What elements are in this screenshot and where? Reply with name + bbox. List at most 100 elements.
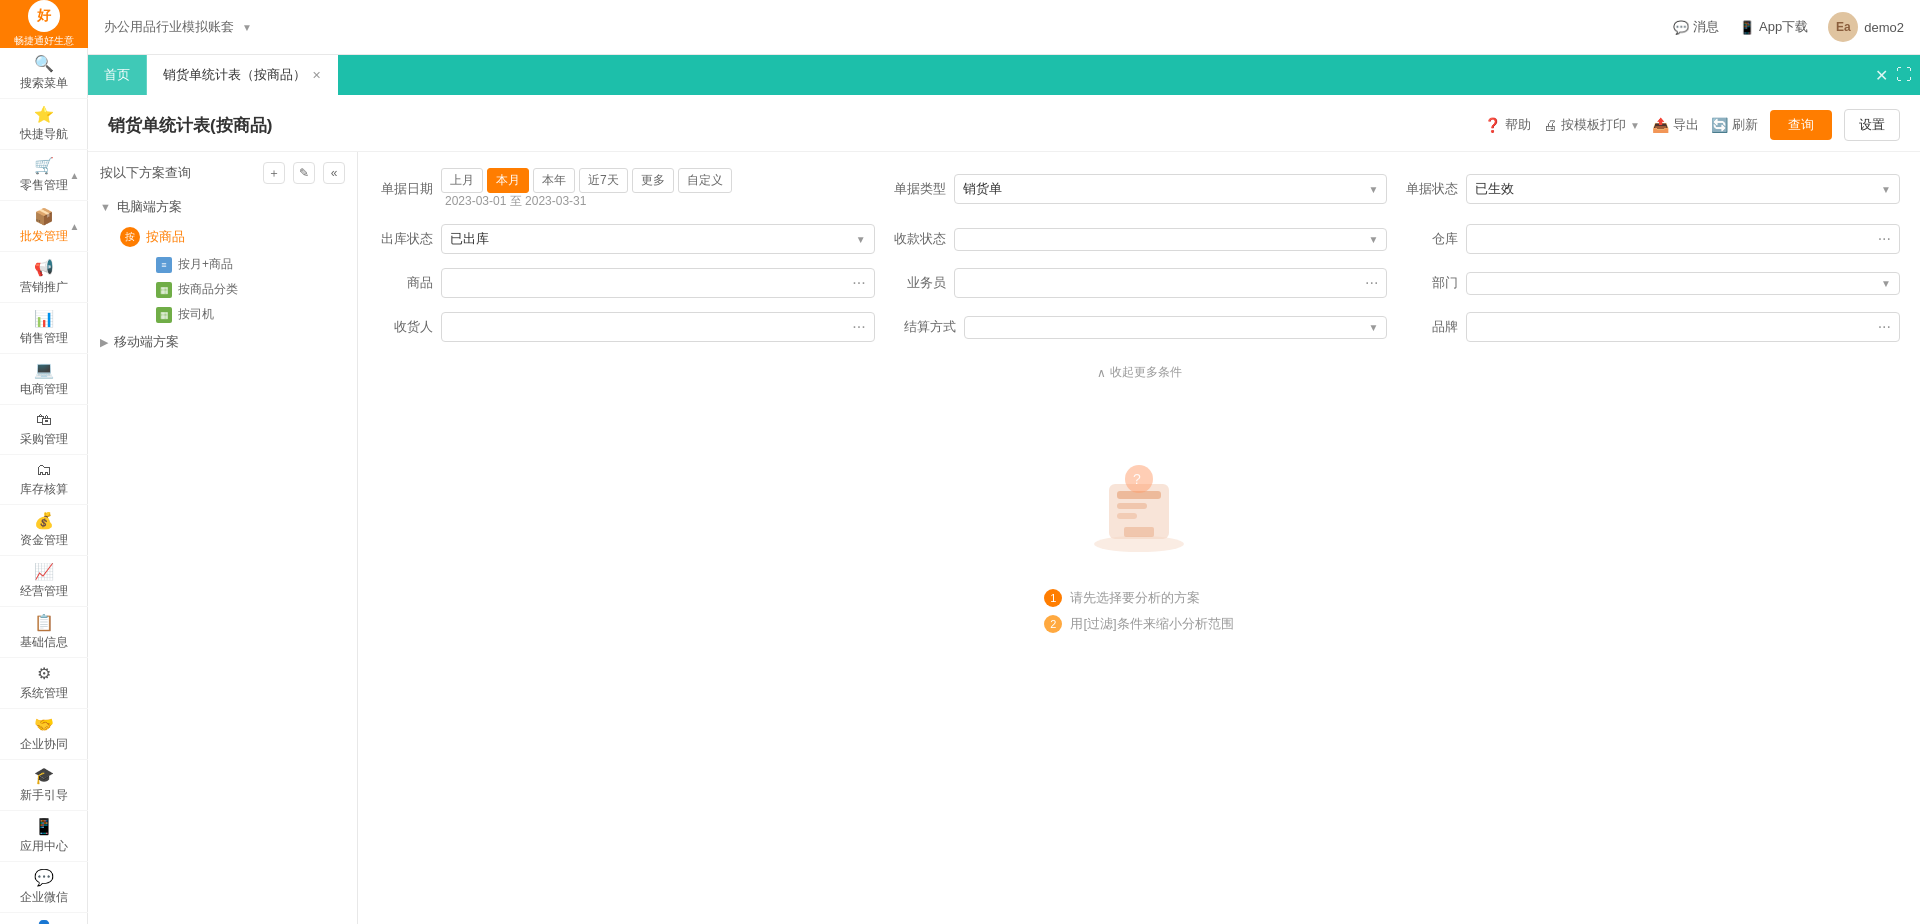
sidebar-icon-13: 🤝 <box>34 715 54 734</box>
date-btn-this-year[interactable]: 本年 <box>533 168 575 193</box>
warehouse-control[interactable]: ··· <box>1466 224 1900 254</box>
filter-warehouse-field: 仓库 ··· <box>1403 224 1900 254</box>
tab-report-label: 销货单统计表（按商品） <box>163 66 306 84</box>
tab-bar: 首页 销货单统计表（按商品） ✕ ✕ ⛶ <box>88 55 1920 95</box>
close-window-icon[interactable]: ✕ <box>1875 66 1888 85</box>
sidebar-item-搜索菜单[interactable]: 🔍 搜索菜单 <box>0 48 88 99</box>
tree-section-desktop[interactable]: ▼ 电脑端方案 <box>88 192 357 222</box>
product-control[interactable]: ··· <box>441 268 875 298</box>
sidebar-label-0: 搜索菜单 <box>20 75 68 92</box>
sidebar-item-系统管理[interactable]: ⚙ 系统管理 <box>0 658 88 709</box>
sidebar-item-应用中心[interactable]: 📱 应用中心 <box>0 811 88 862</box>
tip-num-1: 1 <box>1044 589 1062 607</box>
sidebar-item-基础信息[interactable]: 📋 基础信息 <box>0 607 88 658</box>
date-btn-last-month[interactable]: 上月 <box>441 168 483 193</box>
date-btn-7days[interactable]: 近7天 <box>579 168 628 193</box>
svg-rect-4 <box>1117 513 1137 519</box>
docstatus-select[interactable]: 已生效 ▼ <box>1466 174 1900 204</box>
outstatus-select[interactable]: 已出库 ▼ <box>441 224 875 254</box>
export-btn[interactable]: 📤 导出 <box>1652 116 1699 134</box>
user-menu-btn[interactable]: Ea demo2 <box>1828 12 1904 42</box>
payment-status-label: 收款状态 <box>891 230 946 248</box>
sidebar-item-电商管理[interactable]: 💻 电商管理 <box>0 354 88 405</box>
date-btn-custom[interactable]: 自定义 <box>678 168 732 193</box>
page-header: 销货单统计表(按商品) ❓ 帮助 🖨 按模板打印 ▼ 📤 导出 🔄 刷新 <box>88 95 1920 152</box>
tab-report[interactable]: 销货单统计表（按商品） ✕ <box>147 55 338 95</box>
scheme-icon-product: 按 <box>120 227 140 247</box>
scheme-icon-month: ≡ <box>156 257 172 273</box>
top-header: 办公用品行业模拟账套 ▼ 💬 消息 📱 App下载 Ea demo2 <box>88 0 1920 55</box>
maximize-window-icon[interactable]: ⛶ <box>1896 66 1912 84</box>
settings-button[interactable]: 设置 <box>1844 109 1900 141</box>
tree-sub-desktop: 按 按商品 ≡ 按月+商品 ▦ 按商品分类 <box>88 222 357 327</box>
sidebar-item-库存核算[interactable]: 🗂 库存核算 <box>0 455 88 505</box>
department-label: 部门 <box>1403 274 1458 292</box>
payment-status-arrow-icon: ▼ <box>1368 234 1378 245</box>
date-btn-more[interactable]: 更多 <box>632 168 674 193</box>
sidebar-icon-8: 🗂 <box>36 461 52 479</box>
doctype-select[interactable]: 销货单 ▼ <box>954 174 1388 204</box>
payment-method-select[interactable]: ▼ <box>964 316 1388 339</box>
sidebar-item-企业微信[interactable]: 💬 企业微信 <box>0 862 88 913</box>
brand-control[interactable]: ··· <box>1466 312 1900 342</box>
sidebar-item-企业协同[interactable]: 🤝 企业协同 <box>0 709 88 760</box>
receiver-label: 收货人 <box>378 318 433 336</box>
date-btn-this-month[interactable]: 本月 <box>487 168 529 193</box>
brand-dots-icon: ··· <box>1878 318 1891 336</box>
app-logo[interactable]: 好 畅捷通好生意 <box>0 0 88 48</box>
workspace-selector[interactable]: 办公用品行业模拟账套 ▼ <box>104 18 252 36</box>
sidebar-item-畅会员[interactable]: 👤 畅会员 <box>0 913 88 924</box>
tab-close-icon[interactable]: ✕ <box>312 69 321 82</box>
help-btn[interactable]: ❓ 帮助 <box>1484 116 1531 134</box>
outstatus-control: 已出库 ▼ <box>441 224 875 254</box>
sidebar-icon-1: ⭐ <box>34 105 54 124</box>
collapse-filters-btn[interactable]: ∧ 收起更多条件 <box>378 356 1900 389</box>
department-control: ▼ <box>1466 272 1900 295</box>
message-btn[interactable]: 💬 消息 <box>1673 18 1719 36</box>
sidebar-item-新手引导[interactable]: 🎓 新手引导 <box>0 760 88 811</box>
tab-home[interactable]: 首页 <box>88 55 147 95</box>
receiver-control[interactable]: ··· <box>441 312 875 342</box>
print-btn[interactable]: 🖨 按模板打印 ▼ <box>1543 116 1640 134</box>
payment-status-select[interactable]: ▼ <box>954 228 1388 251</box>
sidebar-icon-5: 📊 <box>34 309 54 328</box>
scheme-by-driver[interactable]: ▦ 按司机 <box>144 302 357 327</box>
sidebar-item-资金管理[interactable]: 💰 资金管理 <box>0 505 88 556</box>
filter-row-3: 商品 ··· 业务员 ··· <box>378 268 1900 298</box>
refresh-btn[interactable]: 🔄 刷新 <box>1711 116 1758 134</box>
query-button[interactable]: 查询 <box>1770 110 1832 140</box>
department-select[interactable]: ▼ <box>1466 272 1900 295</box>
sidebar-item-采购管理[interactable]: 🛍 采购管理 <box>0 405 88 455</box>
sidebar-item-经营管理[interactable]: 📈 经营管理 <box>0 556 88 607</box>
outstatus-value: 已出库 <box>450 230 489 248</box>
add-scheme-icon[interactable]: ＋ <box>263 162 285 184</box>
help-label: 帮助 <box>1505 116 1531 134</box>
tab-window-actions: ✕ ⛶ <box>1867 66 1920 85</box>
salesperson-label: 业务员 <box>891 274 946 292</box>
app-download-label: App下载 <box>1759 18 1808 36</box>
filter-docstatus-field: 单据状态 已生效 ▼ <box>1403 174 1900 204</box>
filter-row-1: 单据日期 上月 本月 本年 近7天 更多 自定义 2023-03-01 至 20… <box>378 168 1900 210</box>
tree-section-mobile[interactable]: ▶ 移动端方案 <box>88 327 357 357</box>
scheme-label-category: 按商品分类 <box>178 281 238 298</box>
tree-section-mobile-label: 移动端方案 <box>114 333 345 351</box>
scheme-by-product[interactable]: 按 按商品 <box>108 222 357 252</box>
sidebar-item-营销推广[interactable]: 📢 营销推广 <box>0 252 88 303</box>
app-download-btn[interactable]: 📱 App下载 <box>1739 18 1808 36</box>
salesperson-control[interactable]: ··· <box>954 268 1388 298</box>
sidebar-item-销售管理[interactable]: 📊 销售管理 <box>0 303 88 354</box>
sidebar-item-零售管理[interactable]: 🛒 零售管理 ▲ <box>0 150 88 201</box>
user-label: demo2 <box>1864 20 1904 35</box>
header-actions: 💬 消息 📱 App下载 Ea demo2 <box>1673 12 1904 42</box>
sidebar-label-4: 营销推广 <box>20 279 68 296</box>
sidebar-item-快捷导航[interactable]: ⭐ 快捷导航 <box>0 99 88 150</box>
sidebar-label-1: 快捷导航 <box>20 126 68 143</box>
edit-scheme-icon[interactable]: ✎ <box>293 162 315 184</box>
collapse-scheme-icon[interactable]: « <box>323 162 345 184</box>
scheme-by-category[interactable]: ▦ 按商品分类 <box>144 277 357 302</box>
scheme-label-driver: 按司机 <box>178 306 214 323</box>
sidebar-label-6: 电商管理 <box>20 381 68 398</box>
message-icon: 💬 <box>1673 20 1689 35</box>
sidebar-item-批发管理[interactable]: 📦 批发管理 ▲ <box>0 201 88 252</box>
scheme-by-month-product[interactable]: ≡ 按月+商品 <box>144 252 357 277</box>
